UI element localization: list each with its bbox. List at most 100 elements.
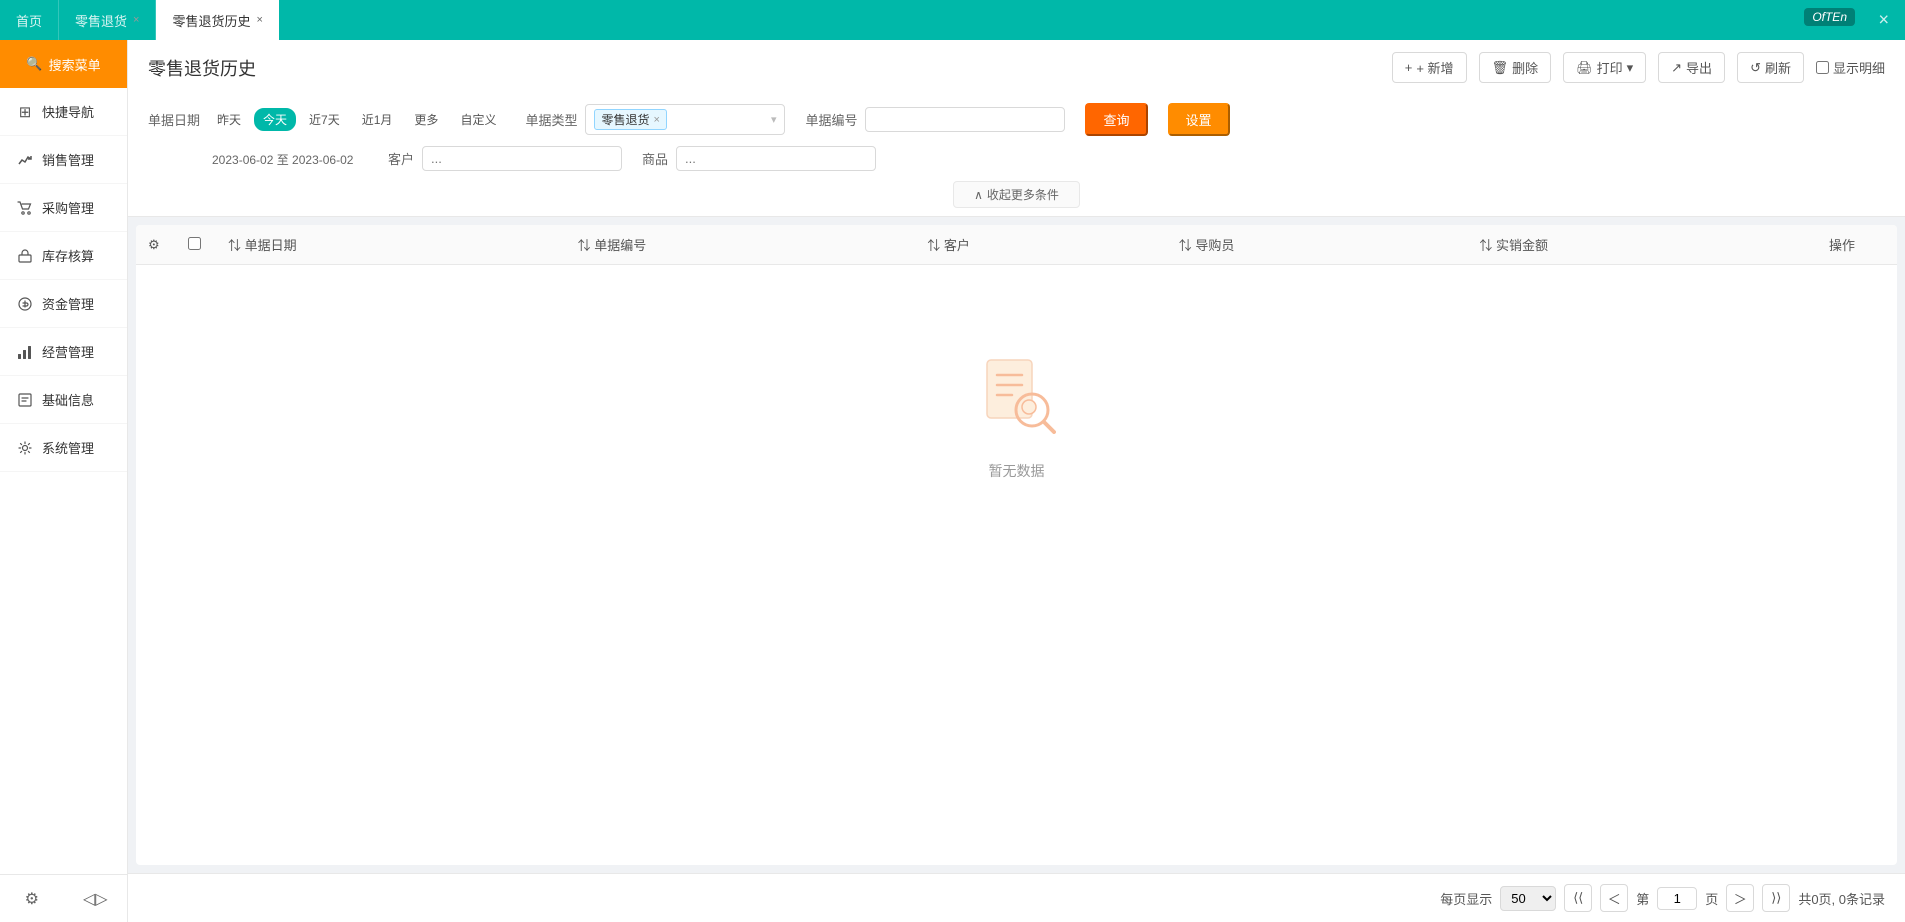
page-next-button[interactable]: ＞ bbox=[1726, 884, 1754, 912]
delete-button[interactable]: 🗑 删除 bbox=[1479, 52, 1552, 83]
page-prev-button[interactable]: ＜ bbox=[1600, 884, 1628, 912]
tab-retail-return[interactable]: 零售退货 × bbox=[59, 0, 156, 40]
col-amount-icon: ⇅ bbox=[1479, 238, 1492, 253]
top-bar: 首页 零售退货 × 零售退货历史 × OfTEn × bbox=[0, 0, 1905, 40]
date-filter-label: 单据日期 bbox=[148, 110, 200, 129]
search-icon: 🔍 bbox=[26, 56, 42, 72]
date-btn-1month[interactable]: 近1月 bbox=[353, 108, 402, 131]
col-settings[interactable]: ⚙ bbox=[136, 225, 176, 265]
sidebar-bottom: ⚙ ◁▷ bbox=[0, 874, 127, 922]
page-last-button[interactable]: ⟩⟩ bbox=[1762, 884, 1790, 912]
refresh-icon: ↺ bbox=[1750, 60, 1761, 76]
page-input[interactable] bbox=[1657, 887, 1697, 910]
sidebar-collapse-button[interactable]: ◁▷ bbox=[64, 875, 128, 922]
table-settings-icon[interactable]: ⚙ bbox=[148, 237, 160, 252]
print-icon: 🖨 bbox=[1576, 60, 1593, 76]
basic-info-icon bbox=[16, 391, 34, 409]
collapse-button[interactable]: ∧ 收起更多条件 bbox=[953, 181, 1080, 208]
tab-retail-return-label: 零售退货 bbox=[75, 11, 127, 30]
show-detail-label: 显示明细 bbox=[1833, 58, 1885, 77]
col-ops-label: 操作 bbox=[1829, 238, 1855, 253]
col-customer[interactable]: ⇅ 客户 bbox=[915, 225, 1167, 265]
print-chevron: ▾ bbox=[1627, 60, 1634, 76]
date-filter-item: 单据日期 昨天 今天 近7天 近1月 更多 自定义 bbox=[148, 108, 505, 131]
col-checkbox[interactable] bbox=[176, 225, 216, 265]
sidebar-search[interactable]: 🔍 搜索菜单 bbox=[0, 40, 127, 88]
page-size-select[interactable]: 50 10 20 100 bbox=[1500, 886, 1556, 911]
doc-no-filter-item: 单据编号 bbox=[805, 107, 1065, 132]
sidebar-item-quick-nav-label: 快捷导航 bbox=[42, 102, 94, 121]
filter-area: 单据日期 昨天 今天 近7天 近1月 更多 自定义 单据类型 bbox=[148, 95, 1885, 208]
new-button[interactable]: + + 新增 bbox=[1392, 52, 1467, 83]
empty-icon bbox=[967, 345, 1067, 445]
sidebar-item-inventory[interactable]: 库存核算 bbox=[0, 232, 127, 280]
customer-label: 客户 bbox=[388, 149, 414, 168]
col-customer-icon: ⇅ bbox=[927, 238, 940, 253]
col-guide-label: 导购员 bbox=[1195, 238, 1234, 253]
setting-button[interactable]: 设置 bbox=[1168, 103, 1230, 136]
pagination-bar: 每页显示 50 10 20 100 ⟨⟨ ＜ 第 页 ＞ ⟩⟩ 共0页, 0条记… bbox=[128, 873, 1905, 922]
tab-home[interactable]: 首页 bbox=[0, 0, 59, 40]
sidebar-item-basic-info[interactable]: 基础信息 bbox=[0, 376, 127, 424]
sidebar-item-system[interactable]: 系统管理 bbox=[0, 424, 127, 472]
window-close-button[interactable]: × bbox=[1878, 10, 1889, 31]
sidebar-item-basic-info-label: 基础信息 bbox=[42, 390, 94, 409]
customer-filter-item: 客户 bbox=[388, 146, 622, 171]
refresh-label: 刷新 bbox=[1765, 58, 1791, 77]
doc-type-tag: 零售退货 × bbox=[594, 109, 666, 130]
sidebar-settings-button[interactable]: ⚙ bbox=[0, 875, 64, 922]
sidebar-item-finance-label: 资金管理 bbox=[42, 294, 94, 313]
doc-type-chevron: ▾ bbox=[771, 113, 777, 126]
page-title-row: 零售退货历史 + + 新增 🗑 删除 🖨 打印 ▾ bbox=[148, 52, 1885, 83]
goods-input[interactable] bbox=[676, 146, 876, 171]
customer-input[interactable] bbox=[422, 146, 622, 171]
col-doc-no-icon: ⇅ bbox=[578, 238, 591, 253]
show-detail-input[interactable] bbox=[1816, 61, 1829, 74]
content-area: 零售退货历史 + + 新增 🗑 删除 🖨 打印 ▾ bbox=[128, 40, 1905, 922]
sidebar-item-sales-mgmt[interactable]: 销售管理 bbox=[0, 136, 127, 184]
sidebar-item-operations[interactable]: 经营管理 bbox=[0, 328, 127, 376]
page-first-button[interactable]: ⟨⟨ bbox=[1564, 884, 1592, 912]
delete-label: 删除 bbox=[1512, 58, 1538, 77]
quick-nav-icon: ⊞ bbox=[16, 103, 34, 121]
tab-retail-return-history[interactable]: 零售退货历史 × bbox=[156, 0, 278, 40]
finance-icon bbox=[16, 295, 34, 313]
refresh-button[interactable]: ↺ 刷新 bbox=[1737, 52, 1804, 83]
date-btn-yesterday[interactable]: 昨天 bbox=[208, 108, 250, 131]
collapse-icon: ◁▷ bbox=[83, 889, 108, 909]
main-layout: 🔍 搜索菜单 ⊞ 快捷导航 销售管理 采购管理 库存核算 bbox=[0, 40, 1905, 922]
doc-no-input[interactable] bbox=[865, 107, 1065, 132]
show-detail-checkbox[interactable]: 显示明细 bbox=[1816, 58, 1885, 77]
query-button[interactable]: 查询 bbox=[1085, 103, 1147, 136]
sidebar-search-label: 搜索菜单 bbox=[49, 55, 101, 74]
select-all-checkbox[interactable] bbox=[188, 237, 201, 250]
doc-type-select[interactable]: 零售退货 × ▾ bbox=[585, 104, 785, 135]
col-doc-no[interactable]: ⇅ 单据编号 bbox=[566, 225, 916, 265]
tab-retail-return-close[interactable]: × bbox=[133, 14, 139, 26]
tab-home-label: 首页 bbox=[16, 11, 42, 30]
print-button[interactable]: 🖨 打印 ▾ bbox=[1563, 52, 1646, 83]
sidebar-item-system-label: 系统管理 bbox=[42, 438, 94, 457]
date-btn-custom[interactable]: 自定义 bbox=[451, 108, 505, 131]
col-guide[interactable]: ⇅ 导购员 bbox=[1167, 225, 1468, 265]
filter-row-1: 单据日期 昨天 今天 近7天 近1月 更多 自定义 单据类型 bbox=[148, 103, 1885, 136]
doc-type-tag-close[interactable]: × bbox=[653, 114, 659, 126]
doc-no-label: 单据编号 bbox=[805, 110, 857, 129]
total-text: 共0页, 0条记录 bbox=[1798, 889, 1885, 908]
export-button[interactable]: ↗ 导出 bbox=[1658, 52, 1725, 83]
col-amount[interactable]: ⇅ 实销金额 bbox=[1467, 225, 1817, 265]
sidebar-item-sales-mgmt-label: 销售管理 bbox=[42, 150, 94, 169]
date-btn-7days[interactable]: 近7天 bbox=[300, 108, 349, 131]
sidebar-item-purchase-mgmt[interactable]: 采购管理 bbox=[0, 184, 127, 232]
tab-retail-return-history-close[interactable]: × bbox=[256, 14, 262, 26]
sidebar-item-quick-nav[interactable]: ⊞ 快捷导航 bbox=[0, 88, 127, 136]
date-btn-today[interactable]: 今天 bbox=[254, 108, 296, 131]
sidebar-item-finance[interactable]: 资金管理 bbox=[0, 280, 127, 328]
col-doc-no-label: 单据编号 bbox=[594, 238, 646, 253]
collapse-label: 收起更多条件 bbox=[987, 186, 1059, 203]
col-doc-date-label: 单据日期 bbox=[245, 238, 297, 253]
page-title: 零售退货历史 bbox=[148, 55, 256, 81]
date-btn-more[interactable]: 更多 bbox=[405, 108, 447, 131]
col-doc-date[interactable]: ⇅ 单据日期 bbox=[216, 225, 566, 265]
inventory-icon bbox=[16, 247, 34, 265]
